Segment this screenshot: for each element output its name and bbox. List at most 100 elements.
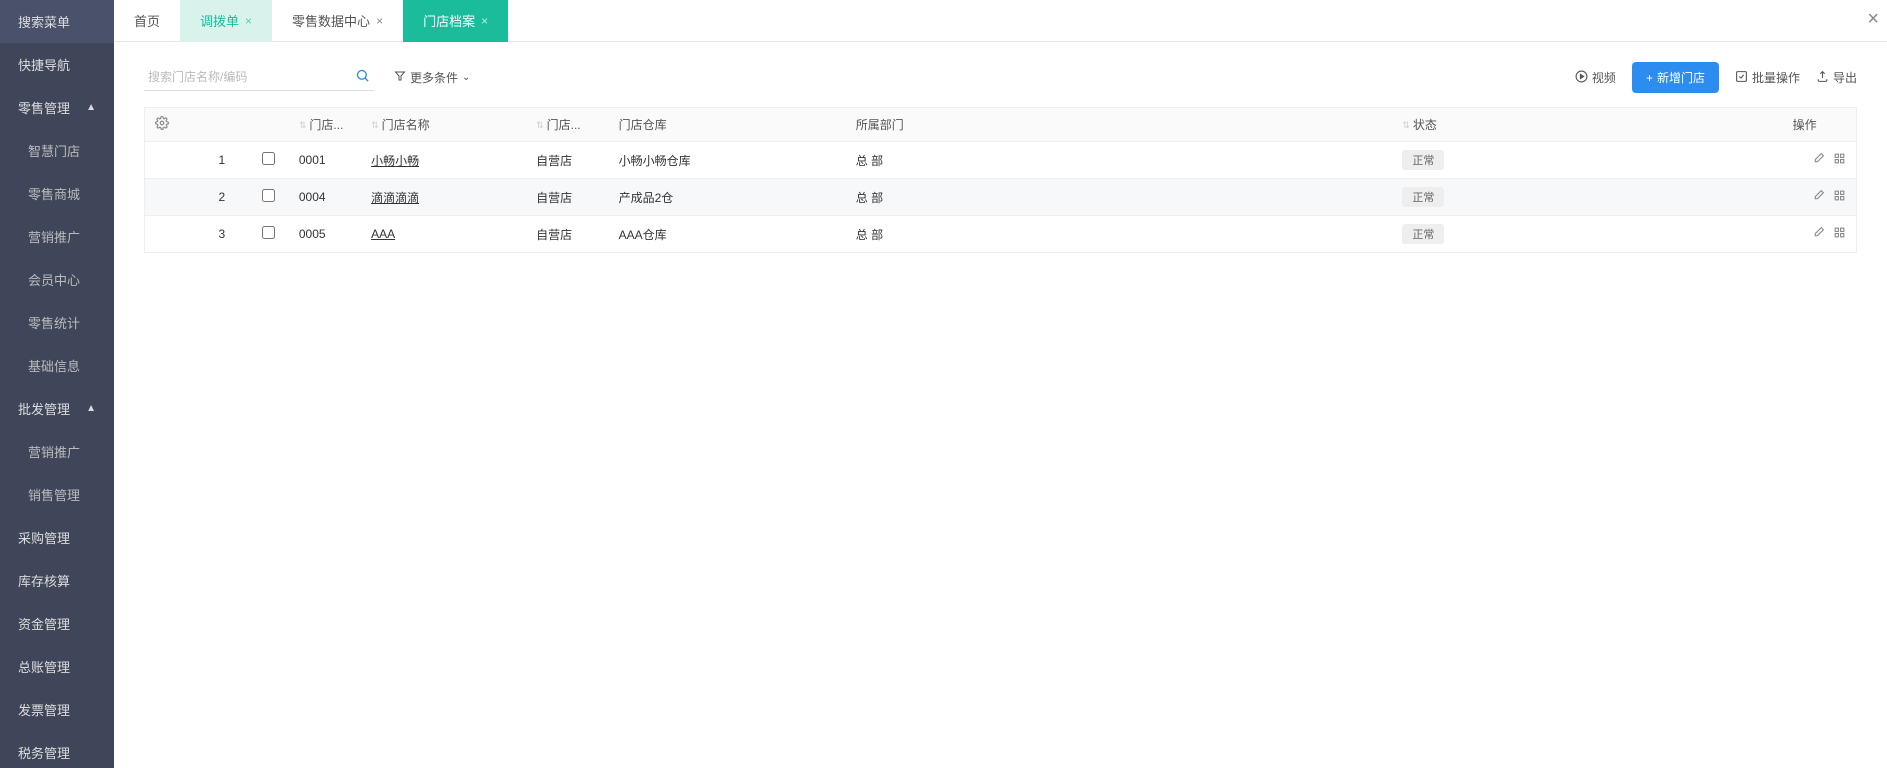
sidebar: 搜索菜单快捷导航零售管理▲智慧门店零售商城营销推广会员中心零售统计基础信息批发管…	[0, 0, 114, 768]
cell-index: 1	[196, 142, 248, 179]
tab-label: 零售数据中心	[292, 11, 370, 30]
search-input[interactable]	[144, 64, 374, 91]
toolbar-left: 更多条件 ⌄	[144, 64, 470, 91]
content-area: 更多条件 ⌄ 视频 + 新增门店 批量操作	[114, 42, 1887, 768]
th-code-label: 门店...	[309, 118, 343, 132]
sidebar-item[interactable]: 会员中心	[0, 258, 114, 301]
cell-type: 自营店	[526, 142, 609, 179]
tab[interactable]: 首页	[114, 0, 180, 42]
close-icon[interactable]: ×	[245, 14, 252, 28]
cell-gear	[145, 179, 197, 216]
export-label: 导出	[1833, 69, 1857, 86]
more-filter-button[interactable]: 更多条件 ⌄	[394, 69, 470, 86]
cell-checkbox	[248, 179, 289, 216]
export-icon	[1816, 70, 1829, 86]
sidebar-item-label: 采购管理	[18, 528, 70, 547]
cell-name: 小畅小畅	[361, 142, 526, 179]
sidebar-item-label: 零售商城	[28, 184, 80, 203]
more-filter-label: 更多条件	[410, 69, 458, 86]
sidebar-item[interactable]: 资金管理	[0, 602, 114, 645]
sidebar-item[interactable]: 零售商城	[0, 172, 114, 215]
row-more-icon[interactable]	[1833, 226, 1846, 242]
th-ops: 操作	[1753, 108, 1856, 142]
cell-ops	[1753, 142, 1856, 179]
sidebar-item[interactable]: 基础信息	[0, 344, 114, 387]
th-name-label: 门店名称	[382, 118, 430, 132]
row-more-icon[interactable]	[1833, 189, 1846, 205]
sidebar-item-label: 会员中心	[28, 270, 80, 289]
sidebar-item-label: 零售管理	[18, 98, 70, 117]
store-table: ⇅门店... ⇅门店名称 ⇅门店... 门店仓库 所属部门 ⇅状态 操作 1 00…	[144, 107, 1857, 253]
sidebar-item[interactable]: 零售统计	[0, 301, 114, 344]
caret-up-icon: ▲	[86, 102, 96, 113]
row-edit-icon[interactable]	[1812, 226, 1825, 242]
sidebar-item[interactable]: 发票管理	[0, 688, 114, 731]
row-more-icon[interactable]	[1833, 152, 1846, 168]
cell-ops	[1753, 216, 1856, 253]
close-icon[interactable]: ×	[376, 14, 383, 28]
th-department: 所属部门	[846, 108, 1393, 142]
cell-code: 0001	[289, 142, 361, 179]
tab[interactable]: 门店档案×	[403, 0, 508, 42]
sidebar-item[interactable]: 总账管理	[0, 645, 114, 688]
video-button[interactable]: 视频	[1575, 69, 1616, 86]
th-status-label: 状态	[1413, 118, 1437, 132]
th-type[interactable]: ⇅门店...	[526, 108, 609, 142]
sidebar-item[interactable]: 销售管理	[0, 473, 114, 516]
th-name[interactable]: ⇅门店名称	[361, 108, 526, 142]
sidebar-item[interactable]: 营销推广	[0, 430, 114, 473]
close-icon[interactable]: ×	[481, 14, 488, 28]
cell-name: AAA	[361, 216, 526, 253]
cell-department: 总 部	[846, 179, 1393, 216]
sidebar-item[interactable]: 快捷导航	[0, 43, 114, 86]
row-edit-icon[interactable]	[1812, 189, 1825, 205]
batch-ops-button[interactable]: 批量操作	[1735, 69, 1800, 86]
sidebar-item[interactable]: 采购管理	[0, 516, 114, 559]
cell-type: 自营店	[526, 216, 609, 253]
sidebar-item-label: 资金管理	[18, 614, 70, 633]
toolbar-right: 视频 + 新增门店 批量操作 导出	[1575, 62, 1857, 93]
sidebar-item-label: 基础信息	[28, 356, 80, 375]
tab[interactable]: 调拨单×	[180, 0, 272, 42]
th-type-label: 门店...	[547, 118, 581, 132]
gear-icon[interactable]	[155, 119, 169, 133]
row-edit-icon[interactable]	[1812, 152, 1825, 168]
sidebar-item-label: 库存核算	[18, 571, 70, 590]
close-all-icon[interactable]: ×	[1867, 8, 1879, 31]
sidebar-item[interactable]: 搜索菜单	[0, 0, 114, 43]
status-badge: 正常	[1402, 150, 1444, 170]
sidebar-item[interactable]: 营销推广	[0, 215, 114, 258]
th-status[interactable]: ⇅状态	[1392, 108, 1753, 142]
filter-icon	[394, 70, 406, 85]
sidebar-item-label: 搜索菜单	[18, 12, 70, 31]
th-warehouse-label: 门店仓库	[619, 118, 667, 132]
cell-name: 滴滴滴滴	[361, 179, 526, 216]
add-store-button[interactable]: + 新增门店	[1632, 62, 1719, 93]
sidebar-item[interactable]: 批发管理▲	[0, 387, 114, 430]
store-name-link[interactable]: 滴滴滴滴	[371, 191, 419, 205]
sidebar-item[interactable]: 零售管理 ▲	[0, 86, 114, 129]
row-checkbox[interactable]	[262, 189, 275, 202]
th-code[interactable]: ⇅门店...	[289, 108, 361, 142]
export-button[interactable]: 导出	[1816, 69, 1857, 86]
store-name-link[interactable]: AAA	[371, 227, 395, 241]
sidebar-item-label: 总账管理	[18, 657, 70, 676]
cell-warehouse: 小畅小畅仓库	[609, 142, 846, 179]
sidebar-item[interactable]: 库存核算	[0, 559, 114, 602]
tab-bar: 首页调拨单×零售数据中心×门店档案×	[114, 0, 1887, 42]
row-checkbox[interactable]	[262, 226, 275, 239]
cell-code: 0004	[289, 179, 361, 216]
sidebar-item[interactable]: 税务管理	[0, 731, 114, 768]
sidebar-item[interactable]: 智慧门店	[0, 129, 114, 172]
tab[interactable]: 零售数据中心 ×	[272, 0, 403, 42]
search-icon[interactable]	[355, 68, 370, 87]
th-ops-label: 操作	[1793, 118, 1817, 132]
sidebar-item-label: 发票管理	[18, 700, 70, 719]
tab-label: 首页	[134, 11, 160, 30]
chevron-down-icon: ⌄	[462, 72, 470, 83]
store-name-link[interactable]: 小畅小畅	[371, 154, 419, 168]
table-row: 30005AAA自营店AAA仓库总 部正常	[145, 216, 1857, 253]
cell-gear	[145, 216, 197, 253]
row-checkbox[interactable]	[262, 152, 275, 165]
cell-warehouse: AAA仓库	[609, 216, 846, 253]
